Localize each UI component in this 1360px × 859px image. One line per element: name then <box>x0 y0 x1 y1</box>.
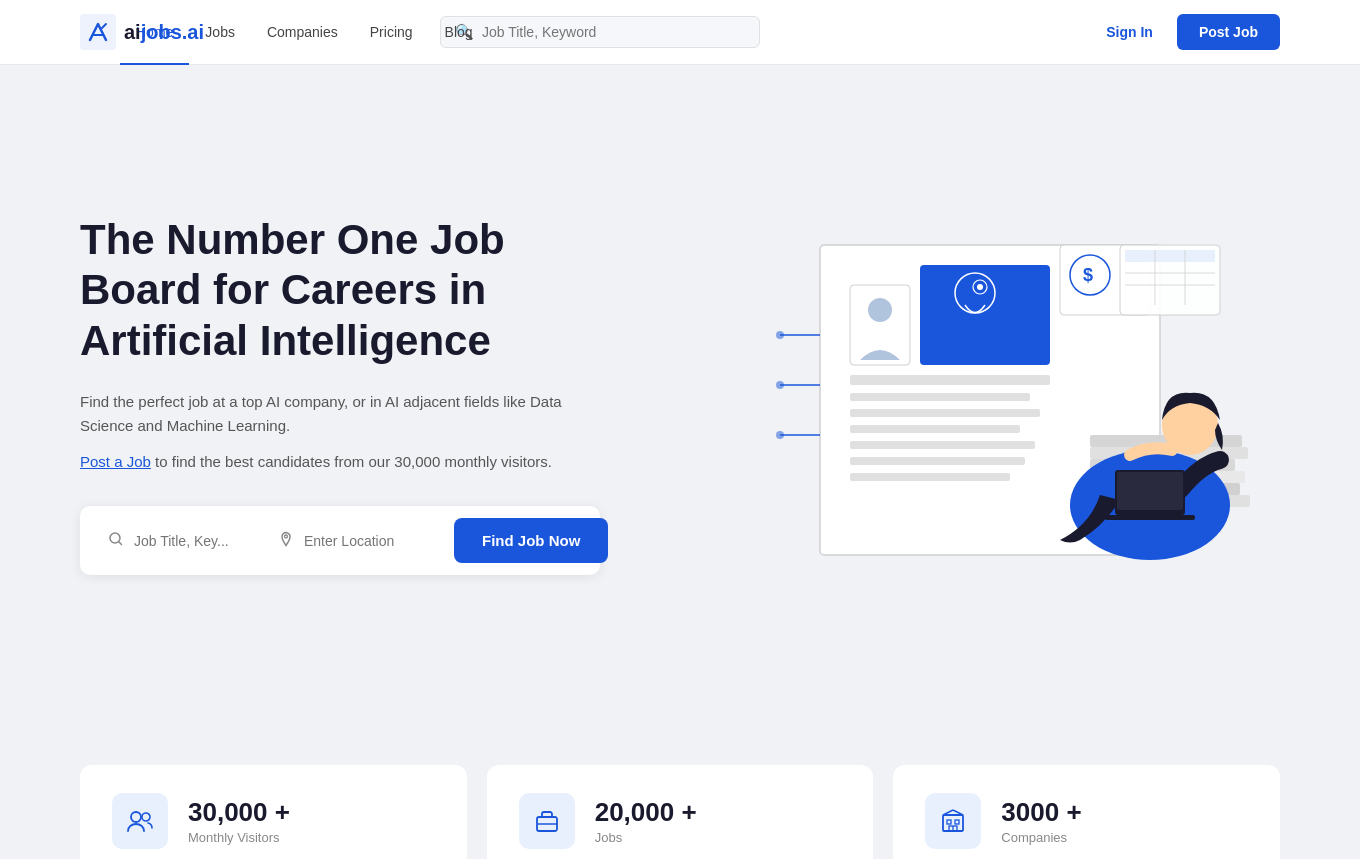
hero-cta-suffix: to find the best candidates from our 30,… <box>155 453 552 470</box>
logo-text: aijobs.ai <box>124 21 204 44</box>
building-icon <box>939 807 967 835</box>
svg-rect-40 <box>1117 472 1183 510</box>
stat-label-companies: Companies <box>1001 830 1081 845</box>
hero-title: The Number One Job Board for Careers in … <box>80 215 600 366</box>
stat-info-companies: 3000 + Companies <box>1001 797 1081 845</box>
sign-in-button[interactable]: Sign In <box>1106 24 1153 40</box>
search-icon <box>108 531 124 551</box>
svg-rect-7 <box>850 425 1020 433</box>
hero-content: The Number One Job Board for Careers in … <box>80 215 600 575</box>
job-search-field[interactable] <box>96 525 266 557</box>
stat-info-jobs: 20,000 + Jobs <box>595 797 697 845</box>
svg-rect-49 <box>955 820 959 824</box>
svg-rect-48 <box>947 820 951 824</box>
location-input[interactable] <box>304 533 434 549</box>
users-icon <box>126 807 154 835</box>
svg-point-16 <box>776 431 784 439</box>
stat-number-jobs: 20,000 + <box>595 797 697 828</box>
svg-rect-8 <box>850 441 1035 449</box>
svg-rect-4 <box>850 375 1050 385</box>
svg-rect-9 <box>850 457 1025 465</box>
stat-number-visitors: 30,000 + <box>188 797 290 828</box>
svg-rect-5 <box>850 393 1030 401</box>
svg-rect-10 <box>850 473 1010 481</box>
svg-text:$: $ <box>1083 265 1093 285</box>
svg-rect-17 <box>920 265 1050 365</box>
stat-icon-wrap <box>112 793 168 849</box>
header: Home Jobs Companies Pricing Blog aijobs.… <box>0 0 1360 65</box>
briefcase-icon <box>533 807 561 835</box>
hero-illustration: $ <box>760 185 1280 605</box>
svg-point-2 <box>285 535 288 538</box>
nav-item-blog[interactable]: Blog <box>429 0 489 65</box>
stat-icon-wrap-jobs <box>519 793 575 849</box>
svg-point-43 <box>131 812 141 822</box>
svg-rect-0 <box>80 14 116 50</box>
header-search-input[interactable] <box>482 24 745 40</box>
hero-svg: $ <box>760 185 1280 605</box>
svg-point-44 <box>142 813 150 821</box>
svg-rect-27 <box>1125 250 1215 262</box>
hero-section: The Number One Job Board for Careers in … <box>0 65 1360 745</box>
stat-card-companies: 3000 + Companies <box>893 765 1280 859</box>
hero-search-box: Find Job Now <box>80 506 600 575</box>
stats-section: 30,000 + Monthly Visitors 20,000 + Jobs <box>0 745 1360 859</box>
post-a-job-link[interactable]: Post a Job <box>80 453 151 470</box>
logo-icon <box>80 14 116 50</box>
post-job-button[interactable]: Post Job <box>1177 14 1280 50</box>
nav-item-companies[interactable]: Companies <box>251 0 354 65</box>
nav-item-pricing[interactable]: Pricing <box>354 0 429 65</box>
job-title-input[interactable] <box>134 533 254 549</box>
stat-label-jobs: Jobs <box>595 830 697 845</box>
hero-subtitle: Find the perfect job at a top AI company… <box>80 390 600 438</box>
svg-rect-6 <box>850 409 1040 417</box>
stat-info: 30,000 + Monthly Visitors <box>188 797 290 845</box>
stat-label-visitors: Monthly Visitors <box>188 830 290 845</box>
svg-point-14 <box>776 381 784 389</box>
stat-icon-wrap-companies <box>925 793 981 849</box>
stat-card-visitors: 30,000 + Monthly Visitors <box>80 765 467 859</box>
stat-card-jobs: 20,000 + Jobs <box>487 765 874 859</box>
header-right: Sign In Post Job <box>1106 14 1280 50</box>
svg-point-22 <box>868 298 892 322</box>
find-job-button[interactable]: Find Job Now <box>454 518 608 563</box>
svg-point-20 <box>977 284 983 290</box>
hero-cta-text: Post a Job to find the best candidates f… <box>80 450 600 474</box>
svg-rect-41 <box>1105 515 1195 520</box>
svg-point-12 <box>776 331 784 339</box>
stat-number-companies: 3000 + <box>1001 797 1081 828</box>
logo[interactable]: aijobs.ai <box>80 14 204 50</box>
location-icon <box>278 531 294 551</box>
location-search-field[interactable] <box>266 525 446 557</box>
